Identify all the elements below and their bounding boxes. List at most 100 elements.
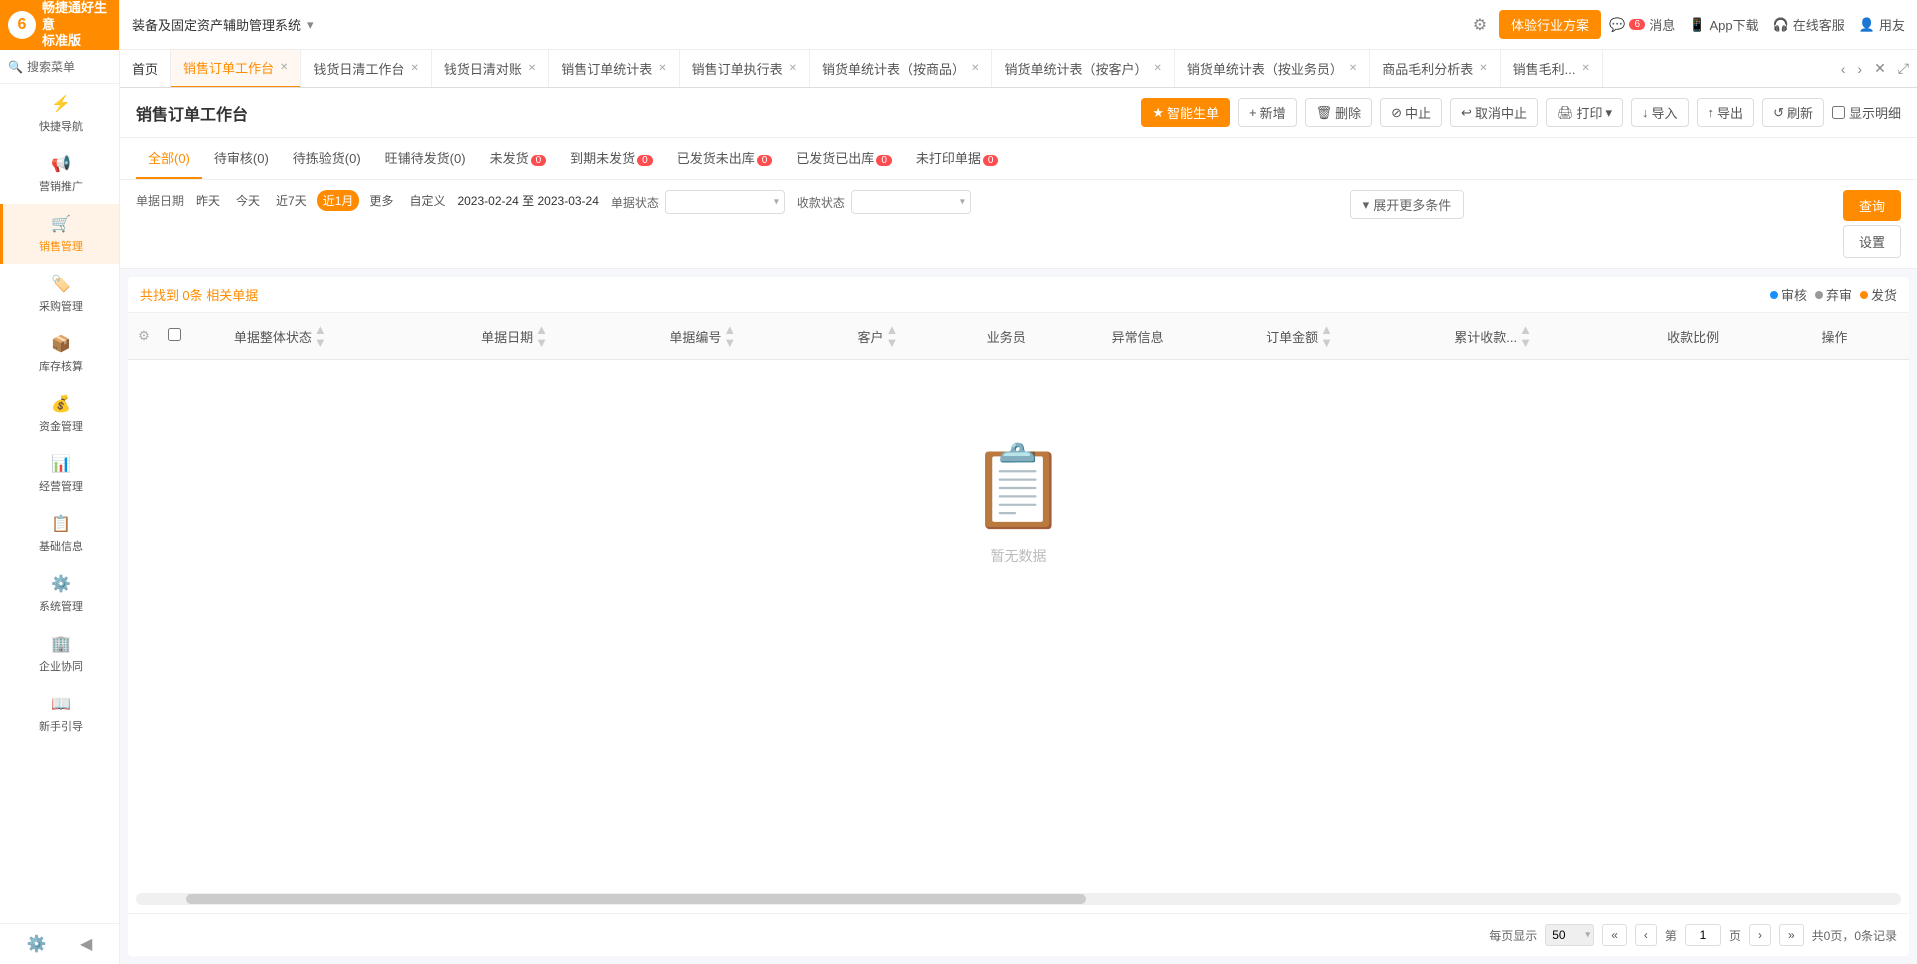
tab-close-sales-stats[interactable]: ✕: [658, 63, 666, 74]
tab-close-cash-reconcile[interactable]: ✕: [528, 63, 536, 74]
col-header-received[interactable]: 累计收款...▲▼: [1446, 313, 1659, 360]
tab-prev-btn[interactable]: ‹: [1837, 59, 1850, 79]
filter-tab-expired-not-shipped[interactable]: 到期未发货0: [558, 138, 665, 179]
tab-close-sales-more[interactable]: ✕: [1582, 63, 1590, 74]
sidebar-item-marketing[interactable]: 📢 营销推广: [0, 144, 119, 204]
filter-tab-pending-review[interactable]: 待审核(0): [202, 138, 281, 179]
message-item[interactable]: 💬 6 消息: [1609, 15, 1675, 34]
last-page-btn[interactable]: »: [1779, 924, 1804, 946]
sidebar-search[interactable]: 🔍 搜索菜单: [0, 50, 119, 84]
next-page-btn[interactable]: ›: [1749, 924, 1771, 946]
tab-cash-daily[interactable]: 钱货日清工作台✕: [301, 50, 431, 88]
filter-tab-pending-inspect[interactable]: 待拣验货(0): [281, 138, 373, 179]
tab-close-profit-analysis[interactable]: ✕: [1479, 63, 1487, 74]
sidebar-item-quick-nav[interactable]: ⚡ 快捷导航: [0, 84, 119, 144]
cancel-stop-btn[interactable]: ↩ 取消中止: [1450, 98, 1538, 127]
col-header-status[interactable]: 单据整体状态▲▼: [226, 313, 473, 360]
date-option-last7[interactable]: 近7天: [270, 190, 313, 211]
sort-icon-received[interactable]: ▲▼: [1519, 323, 1532, 349]
date-option-more[interactable]: 更多: [363, 190, 399, 211]
tab-sales-stat-customer[interactable]: 销货单统计表（按客户）✕: [992, 50, 1174, 88]
delete-btn[interactable]: 🗑 删除: [1305, 98, 1373, 127]
sidebar-item-newbie[interactable]: 📖 新手引导: [0, 684, 119, 744]
sidebar-item-sales[interactable]: 🛒 销售管理: [0, 204, 119, 264]
ship-action[interactable]: 发货: [1860, 285, 1897, 304]
industry-btn[interactable]: 体验行业方案: [1499, 10, 1601, 39]
settings-icon[interactable]: ⚙️: [27, 934, 47, 954]
tab-home[interactable]: 首页: [120, 50, 171, 88]
sidebar-item-finance[interactable]: 💰 资金管理: [0, 384, 119, 444]
sidebar-item-enterprise[interactable]: 🏢 企业协同: [0, 624, 119, 684]
settings-btn[interactable]: 设置: [1843, 225, 1901, 258]
sort-icon-customer[interactable]: ▲▼: [886, 323, 899, 349]
topbar-dropdown-icon[interactable]: ▾: [307, 17, 314, 33]
tab-close-sales-stat-customer[interactable]: ✕: [1153, 63, 1161, 74]
date-option-today[interactable]: 今天: [230, 190, 266, 211]
show-detail-toggle[interactable]: 显示明细: [1832, 103, 1901, 122]
gear-col-icon[interactable]: ⚙: [138, 328, 150, 343]
tab-close-sales-exec[interactable]: ✕: [789, 63, 797, 74]
unreview-action[interactable]: 弃审: [1815, 285, 1852, 304]
col-header-number[interactable]: 单据编号▲▼: [661, 313, 849, 360]
filter-tab-not-printed[interactable]: 未打印单据0: [904, 138, 1011, 179]
export-btn[interactable]: ↑ 导出: [1697, 98, 1755, 127]
tab-next-btn[interactable]: ›: [1853, 59, 1866, 79]
tab-close-sales-stat-product[interactable]: ✕: [971, 63, 979, 74]
date-option-1month[interactable]: 近1月: [317, 190, 360, 211]
prev-page-btn[interactable]: ‹: [1635, 924, 1657, 946]
filter-tab-wangpu-ship[interactable]: 旺铺待发货(0): [373, 138, 478, 179]
tab-sales-stat-staff[interactable]: 销货单统计表（按业务员）✕: [1175, 50, 1370, 88]
tab-close-all-btn[interactable]: ✕: [1870, 58, 1890, 79]
first-page-btn[interactable]: «: [1602, 924, 1627, 946]
filter-tab-all[interactable]: 全部(0): [136, 138, 202, 179]
date-option-custom[interactable]: 自定义: [403, 190, 451, 211]
tab-sales-exec[interactable]: 销售订单执行表✕: [680, 50, 810, 88]
sort-icon-number[interactable]: ▲▼: [723, 323, 736, 349]
new-btn[interactable]: + 新增: [1238, 98, 1297, 127]
sort-icon-date[interactable]: ▲▼: [535, 323, 548, 349]
sort-icon-status[interactable]: ▲▼: [314, 323, 327, 349]
stop-btn[interactable]: ⊘ 中止: [1380, 98, 1442, 127]
online-service-item[interactable]: 🎧 在线客服: [1773, 15, 1845, 34]
expand-conditions-btn[interactable]: ▾ 展开更多条件: [1350, 190, 1465, 219]
show-detail-checkbox[interactable]: [1832, 106, 1845, 119]
topbar-gear-icon[interactable]: ⚙: [1473, 15, 1487, 35]
horizontal-scrollbar[interactable]: [136, 893, 1901, 905]
sort-icon-amount[interactable]: ▲▼: [1320, 323, 1333, 349]
tab-sales-stats[interactable]: 销售订单统计表✕: [549, 50, 679, 88]
print-btn[interactable]: 🖨 打印 ▾: [1546, 98, 1623, 127]
tab-cash-reconcile[interactable]: 钱货日清对账✕: [432, 50, 549, 88]
tab-close-cash-daily[interactable]: ✕: [410, 63, 418, 74]
refresh-btn[interactable]: ↺ 刷新: [1762, 98, 1824, 127]
col-header-date[interactable]: 单据日期▲▼: [473, 313, 661, 360]
tab-close-sales-stat-staff[interactable]: ✕: [1349, 63, 1357, 74]
sidebar-item-basic[interactable]: 📋 基础信息: [0, 504, 119, 564]
tab-sales-stat-product[interactable]: 销货单统计表（按商品）✕: [810, 50, 992, 88]
sidebar-item-purchase[interactable]: 🏷️ 采购管理: [0, 264, 119, 324]
app-download-item[interactable]: 📱 App下载: [1689, 15, 1758, 34]
date-option-yesterday[interactable]: 昨天: [190, 190, 226, 211]
filter-tab-shipped-not-warehoused[interactable]: 已发货未出库0: [665, 138, 785, 179]
collapse-icon[interactable]: ◀: [80, 934, 92, 954]
status-select[interactable]: [665, 190, 785, 214]
pay-status-select[interactable]: [851, 190, 971, 214]
sidebar-item-operations[interactable]: 📊 经营管理: [0, 444, 119, 504]
page-input[interactable]: [1685, 924, 1721, 946]
sidebar-item-inventory[interactable]: 📦 库存核算: [0, 324, 119, 384]
tab-close-sales-workbench[interactable]: ✕: [280, 62, 288, 73]
query-btn[interactable]: 查询: [1843, 190, 1901, 221]
review-action[interactable]: 审核: [1770, 285, 1807, 304]
scrollbar-thumb[interactable]: [186, 894, 1086, 904]
select-all-checkbox[interactable]: [168, 328, 181, 341]
import-btn[interactable]: ↓ 导入: [1631, 98, 1689, 127]
user-item[interactable]: 👤 用友: [1859, 15, 1905, 34]
sidebar-item-system[interactable]: ⚙️ 系统管理: [0, 564, 119, 624]
page-size-select[interactable]: 102050100: [1545, 924, 1594, 946]
filter-tab-shipped-warehoused[interactable]: 已发货已出库0: [784, 138, 904, 179]
tab-profit-analysis[interactable]: 商品毛利分析表✕: [1370, 50, 1500, 88]
col-header-amount[interactable]: 订单金额▲▼: [1258, 313, 1446, 360]
col-header-customer[interactable]: 客户▲▼: [850, 313, 979, 360]
filter-tab-not-shipped[interactable]: 未发货0: [478, 138, 559, 179]
tab-sales-workbench[interactable]: 销售订单工作台✕: [171, 50, 301, 88]
smart-gen-btn[interactable]: ★ 智能生单: [1141, 98, 1230, 127]
